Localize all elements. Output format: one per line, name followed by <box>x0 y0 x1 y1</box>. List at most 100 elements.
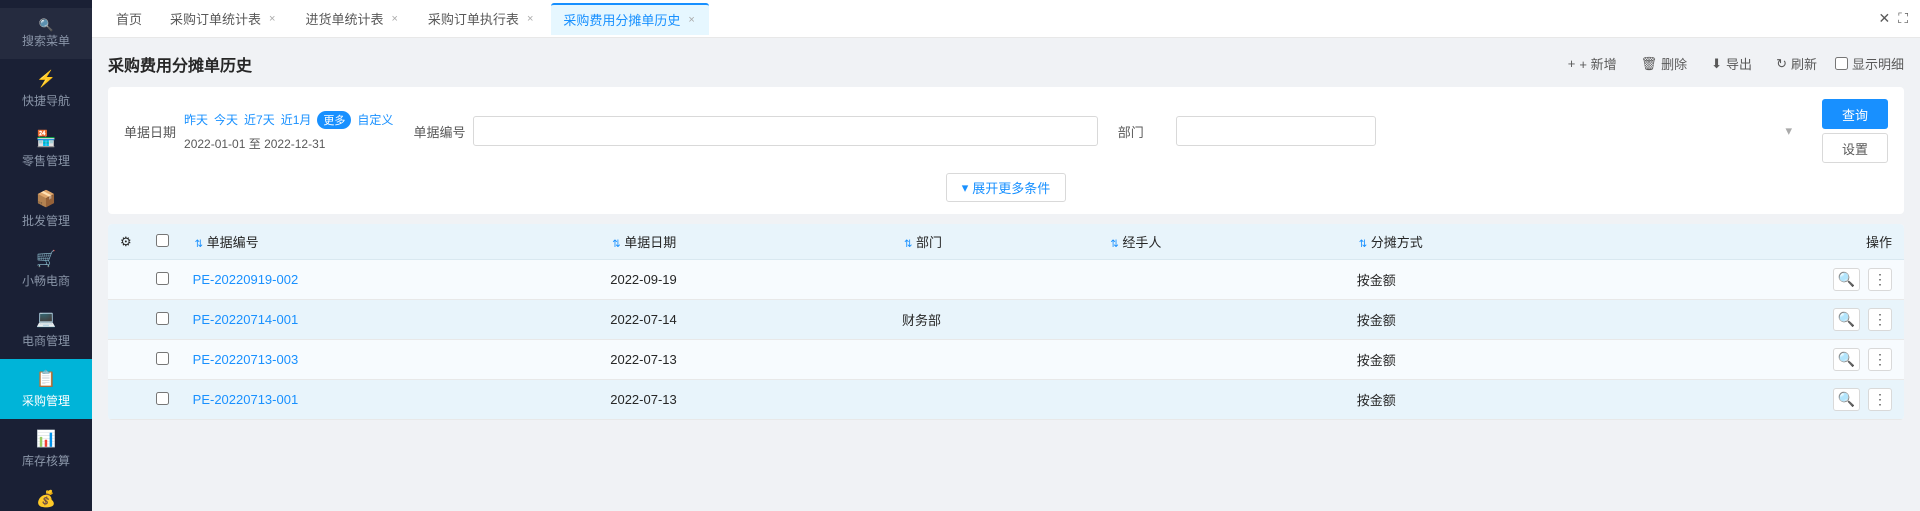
row-more-icon[interactable]: ⋮ <box>1868 308 1892 331</box>
row-checkbox-cell <box>144 340 181 380</box>
tab-home[interactable]: 首页 <box>104 3 154 35</box>
wholesale-icon: 📦 <box>36 189 56 209</box>
shortcut-1month[interactable]: 近1月 <box>281 111 312 128</box>
dept-select[interactable]: 财务部 <box>1176 116 1376 146</box>
sidebar-item-label: 电商管理 <box>22 332 70 349</box>
select-all-checkbox[interactable] <box>156 234 169 247</box>
row-checkbox-cell <box>144 300 181 340</box>
row-more-icon[interactable]: ⋮ <box>1868 268 1892 291</box>
page-header: 采购费用分摊单历史 + + 新增 🗑 删除 ⬇ 导出 ↻ 刷新 <box>108 50 1904 77</box>
row-checkbox[interactable] <box>156 272 169 285</box>
row-checkbox[interactable] <box>156 352 169 365</box>
row-handler-cell <box>1096 300 1344 340</box>
tab-close-purchase-order-stats[interactable]: × <box>267 13 277 25</box>
table-row: PE-20220713-003 2022-07-13 按金额 🔍 ⋮ <box>108 340 1904 380</box>
row-settings-cell <box>108 260 144 300</box>
tab-goods-import-stats[interactable]: 进货单统计表 × <box>293 3 411 35</box>
row-doc-num-cell: PE-20220713-003 <box>181 340 599 380</box>
row-handler-cell <box>1096 260 1344 300</box>
sidebar-item-search[interactable]: 🔍 搜索菜单 <box>0 8 92 59</box>
custom-label[interactable]: 自定义 <box>357 111 393 128</box>
delete-icon: 🗑 <box>1641 56 1658 72</box>
ecommerce-icon: 💻 <box>36 309 56 329</box>
search-button[interactable]: 查询 <box>1822 99 1888 129</box>
tab-close-purchase-order-exec[interactable]: × <box>525 13 535 25</box>
row-more-icon[interactable]: ⋮ <box>1868 388 1892 411</box>
row-doc-num-link[interactable]: PE-20220713-003 <box>193 352 299 367</box>
col-action: 操作 <box>1635 224 1904 260</box>
dept-select-wrapper: 财务部 <box>1176 116 1802 146</box>
quicknav-icon: ⚡ <box>36 69 56 89</box>
sidebar-item-retail[interactable]: 🏪 零售管理 <box>0 119 92 179</box>
close-all-icon[interactable]: ✕ <box>1878 10 1890 27</box>
show-detail-label: 显示明细 <box>1852 54 1904 73</box>
shortcut-yesterday[interactable]: 昨天 <box>184 111 208 128</box>
row-more-icon[interactable]: ⋮ <box>1868 348 1892 371</box>
finance-icon: 💰 <box>36 489 56 509</box>
sidebar-item-ecommerce[interactable]: 💻 电商管理 <box>0 299 92 359</box>
expand-label: 展开更多条件 <box>972 178 1050 197</box>
retail-icon: 🏪 <box>36 129 56 149</box>
table-row: PE-20220919-002 2022-09-19 按金额 🔍 ⋮ <box>108 260 1904 300</box>
shortcut-today[interactable]: 今天 <box>214 111 238 128</box>
tab-label: 采购费用分摊单历史 <box>563 10 680 29</box>
sidebar-item-label: 零售管理 <box>22 152 70 169</box>
row-checkbox[interactable] <box>156 392 169 405</box>
show-detail-input[interactable] <box>1835 57 1848 70</box>
sidebar-item-purchase[interactable]: 📋 采购管理 <box>0 359 92 419</box>
minishop-icon: 🛒 <box>36 249 56 269</box>
data-table: ⚙ ⇅ 单据编号 ⇅ 单据日期 ⇅ <box>108 224 1904 420</box>
tab-label: 进货单统计表 <box>305 9 383 28</box>
dept-field: 部门 财务部 <box>1118 116 1802 146</box>
row-doc-num-link[interactable]: PE-20220919-002 <box>193 272 299 287</box>
col-handler[interactable]: ⇅ 经手人 <box>1096 224 1344 260</box>
expand-button[interactable]: ▾ 展开更多条件 <box>946 173 1066 202</box>
tab-purchase-order-stats[interactable]: 采购订单统计表 × <box>158 3 289 35</box>
row-dept-cell <box>890 260 1096 300</box>
tab-purchase-order-exec[interactable]: 采购订单执行表 × <box>416 3 547 35</box>
col-dept[interactable]: ⇅ 部门 <box>890 224 1096 260</box>
date-shortcuts: 昨天 今天 近7天 近1月 更多 自定义 <box>184 111 393 129</box>
row-split-method-cell: 按金额 <box>1345 380 1635 420</box>
sidebar-item-inventory[interactable]: 📊 库存核算 <box>0 419 92 479</box>
col-split-method[interactable]: ⇅ 分摊方式 <box>1345 224 1635 260</box>
more-tag[interactable]: 更多 <box>317 111 351 129</box>
sidebar-item-mini-shop[interactable]: 🛒 小畅电商 <box>0 239 92 299</box>
settings-button[interactable]: 设置 <box>1822 133 1888 163</box>
sidebar-item-quick-nav[interactable]: ⚡ 快捷导航 <box>0 59 92 119</box>
row-doc-num-link[interactable]: PE-20220714-001 <box>193 312 299 327</box>
col-doc-num[interactable]: ⇅ 单据编号 <box>181 224 599 260</box>
row-action-cell: 🔍 ⋮ <box>1635 300 1904 340</box>
row-doc-num-link[interactable]: PE-20220713-001 <box>193 392 299 407</box>
delete-button[interactable]: 🗑 删除 <box>1635 50 1694 77</box>
tab-close-goods-import-stats[interactable]: × <box>389 13 399 25</box>
tab-bar-right: ✕ ⛶ <box>1878 10 1908 27</box>
doc-num-input[interactable] <box>473 116 1097 146</box>
row-checkbox[interactable] <box>156 312 169 325</box>
row-view-icon[interactable]: 🔍 <box>1833 268 1860 291</box>
row-view-icon[interactable]: 🔍 <box>1833 308 1860 331</box>
add-button[interactable]: + + 新增 <box>1562 50 1623 77</box>
tab-label: 采购订单执行表 <box>428 9 519 28</box>
dept-label: 部门 <box>1118 122 1168 141</box>
refresh-button[interactable]: ↻ 刷新 <box>1770 50 1823 77</box>
col-doc-date[interactable]: ⇅ 单据日期 <box>598 224 890 260</box>
shortcut-7days[interactable]: 近7天 <box>244 111 275 128</box>
row-handler-cell <box>1096 340 1344 380</box>
sidebar-item-wholesale[interactable]: 📦 批发管理 <box>0 179 92 239</box>
tab-home-label: 首页 <box>116 9 142 28</box>
search-buttons: 查询 设置 <box>1822 99 1888 163</box>
maximize-icon[interactable]: ⛶ <box>1898 10 1908 27</box>
col-settings[interactable]: ⚙ <box>108 224 144 260</box>
tab-close-purchase-fee-history[interactable]: × <box>686 14 696 26</box>
row-view-icon[interactable]: 🔍 <box>1833 388 1860 411</box>
export-icon: ⬇ <box>1711 56 1722 72</box>
show-detail-checkbox[interactable]: 显示明细 <box>1835 54 1904 73</box>
row-settings-cell <box>108 380 144 420</box>
sort-icon: ⇅ <box>904 239 912 250</box>
row-view-icon[interactable]: 🔍 <box>1833 348 1860 371</box>
export-button[interactable]: ⬇ 导出 <box>1705 50 1758 77</box>
row-doc-date-cell: 2022-09-19 <box>598 260 890 300</box>
tab-purchase-fee-history[interactable]: 采购费用分摊单历史 × <box>551 3 708 35</box>
sidebar-item-finance[interactable]: 💰 资金管理 <box>0 479 92 511</box>
